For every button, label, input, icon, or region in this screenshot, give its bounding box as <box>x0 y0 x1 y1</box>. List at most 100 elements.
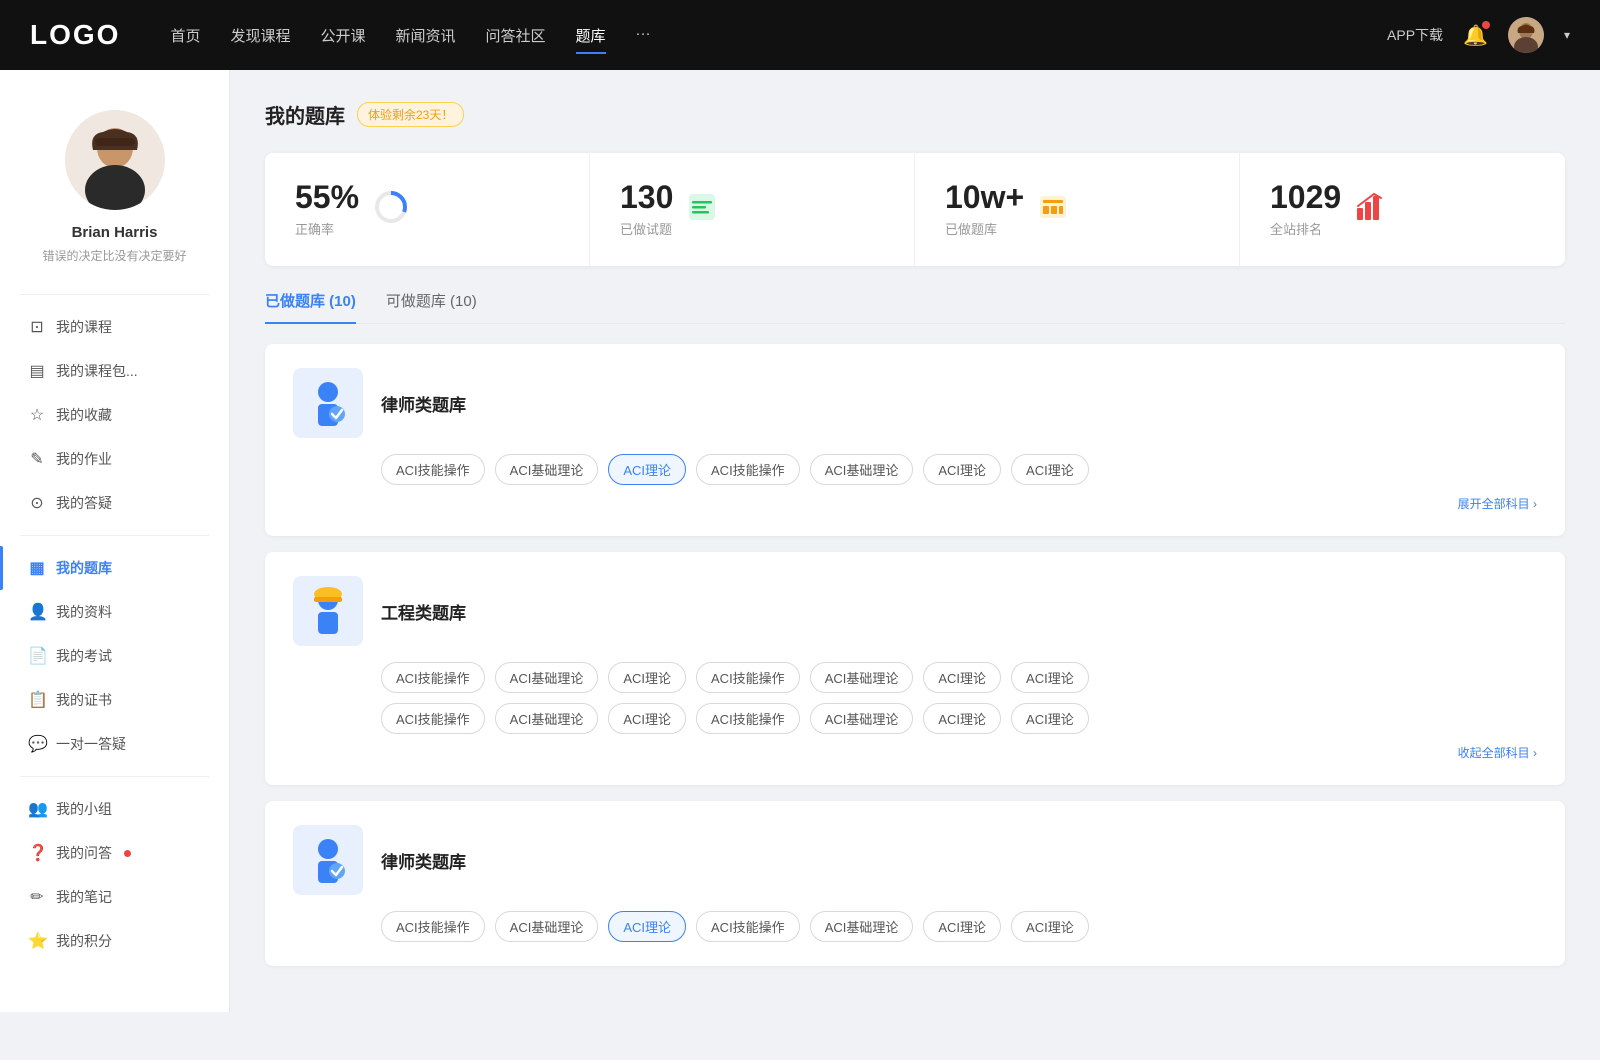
user-avatar[interactable] <box>1508 17 1544 53</box>
sidebar-divider-2 <box>20 535 209 536</box>
qbank-card-2-tags-row1: ACI技能操作 ACI基础理论 ACI理论 ACI技能操作 ACI基础理论 AC… <box>293 662 1537 693</box>
stat-done-text: 130 已做试题 <box>620 181 673 238</box>
sidebar-item-label: 我的笔记 <box>56 887 112 907</box>
sidebar-item-mycourse[interactable]: ⊡ 我的课程 <box>0 305 229 349</box>
sidebar-item-label: 我的问答 <box>56 843 112 863</box>
sidebar-item-label: 我的作业 <box>56 449 112 469</box>
qbank-card-2-title: 工程类题库 <box>381 599 466 624</box>
done-banks-icon <box>1038 192 1068 227</box>
user-dropdown-icon[interactable]: ▾ <box>1564 28 1570 42</box>
stat-accuracy-value: 55% <box>295 181 359 213</box>
stat-rank-text: 1029 全站排名 <box>1270 181 1341 238</box>
tab-done[interactable]: 已做题库 (10) <box>265 290 356 323</box>
nav-open[interactable]: 公开课 <box>320 21 365 50</box>
stat-banks-value: 10w+ <box>945 181 1024 213</box>
qbank-card-3-header: 律师类题库 <box>293 825 1537 895</box>
done-questions-icon <box>687 192 717 227</box>
qbank-card-1-icon <box>293 368 363 438</box>
app-download-button[interactable]: APP下载 <box>1387 25 1443 45</box>
sidebar-item-coursepack[interactable]: ▤ 我的课程包... <box>0 349 229 393</box>
qbank-tag[interactable]: ACI技能操作 <box>696 662 800 693</box>
sidebar-item-myquestion[interactable]: ❓ 我的问答 <box>0 831 229 875</box>
sidebar-divider-1 <box>20 294 209 295</box>
nav-more[interactable]: ··· <box>636 21 651 50</box>
qbank-card-1-expand[interactable]: 展开全部科目 › <box>293 495 1537 512</box>
qbank-tag[interactable]: ACI基础理论 <box>810 911 914 942</box>
qbank-tag[interactable]: ACI基础理论 <box>495 703 599 734</box>
sidebar-item-qbank[interactable]: ▦ 我的题库 <box>0 546 229 590</box>
qbank-tag[interactable]: ACI理论 <box>608 662 686 693</box>
1on1-icon: 💬 <box>28 734 46 754</box>
myqa-icon: ⊙ <box>28 493 46 513</box>
sidebar-item-label: 我的资料 <box>56 602 112 622</box>
notification-bell[interactable]: 🔔 <box>1463 23 1488 48</box>
stat-accuracy-text: 55% 正确率 <box>295 181 359 238</box>
avatar-svg <box>1508 17 1544 53</box>
sidebar-item-homework[interactable]: ✎ 我的作业 <box>0 437 229 481</box>
qbank-tag[interactable]: ACI理论 <box>923 454 1001 485</box>
rank-icon <box>1355 192 1385 227</box>
page-title: 我的题库 <box>265 100 345 129</box>
qbank-card-2-tags-row2: ACI技能操作 ACI基础理论 ACI理论 ACI技能操作 ACI基础理论 AC… <box>293 703 1537 734</box>
qbank-tag[interactable]: ACI理论 <box>923 703 1001 734</box>
qbank-tag[interactable]: ACI基础理论 <box>810 662 914 693</box>
favorites-icon: ☆ <box>28 405 46 425</box>
profile-section: Brian Harris 错误的决定比没有决定要好 <box>0 70 229 284</box>
sidebar-item-label: 我的课程包... <box>56 361 138 381</box>
stat-done-label: 已做试题 <box>620 219 673 238</box>
sidebar-item-mynote[interactable]: ✏ 我的笔记 <box>0 875 229 919</box>
avatar-image <box>1508 17 1544 53</box>
qbank-tag[interactable]: ACI技能操作 <box>381 911 485 942</box>
tab-available[interactable]: 可做题库 (10) <box>386 290 477 323</box>
qbank-tag[interactable]: ACI技能操作 <box>696 703 800 734</box>
sidebar-item-mygroup[interactable]: 👥 我的小组 <box>0 787 229 831</box>
qbank-tag[interactable]: ACI技能操作 <box>381 454 485 485</box>
question-notification-dot <box>124 850 131 857</box>
sidebar-item-myprofile[interactable]: 👤 我的资料 <box>0 590 229 634</box>
sidebar-item-label: 我的证书 <box>56 690 112 710</box>
qbank-tag[interactable]: ACI理论 <box>1011 662 1089 693</box>
nav-home[interactable]: 首页 <box>170 21 200 50</box>
profile-name: Brian Harris <box>72 224 158 241</box>
qbank-tag[interactable]: ACI基础理论 <box>810 454 914 485</box>
mynote-icon: ✏ <box>28 887 46 907</box>
qbank-tag[interactable]: ACI理论 <box>923 662 1001 693</box>
main-content: 我的题库 体验剩余23天！ 55% 正确率 <box>230 70 1600 1012</box>
qbank-tag[interactable]: ACI理论 <box>1011 911 1089 942</box>
qbank-tag[interactable]: ACI理论 <box>608 703 686 734</box>
qbank-tag[interactable]: ACI技能操作 <box>381 703 485 734</box>
qbank-tag[interactable]: ACI理论 <box>1011 454 1089 485</box>
nav-discover[interactable]: 发现课程 <box>230 21 290 50</box>
nav-qbank[interactable]: 题库 <box>576 21 606 50</box>
sidebar-item-label: 我的答疑 <box>56 493 112 513</box>
qbank-tag[interactable]: ACI理论 <box>1011 703 1089 734</box>
qbank-tag-active[interactable]: ACI理论 <box>608 454 686 485</box>
qbank-card-1-tags: ACI技能操作 ACI基础理论 ACI理论 ACI技能操作 ACI基础理论 AC… <box>293 454 1537 485</box>
nav-qa[interactable]: 问答社区 <box>486 21 546 50</box>
sidebar-item-1on1[interactable]: 💬 一对一答疑 <box>0 722 229 766</box>
sidebar: Brian Harris 错误的决定比没有决定要好 ⊡ 我的课程 ▤ 我的课程包… <box>0 70 230 1012</box>
myquestion-icon: ❓ <box>28 843 46 863</box>
nav-links: 首页 发现课程 公开课 新闻资讯 问答社区 题库 ··· <box>170 21 1387 50</box>
sidebar-item-myqa[interactable]: ⊙ 我的答疑 <box>0 481 229 525</box>
qbank-card-2-collapse[interactable]: 收起全部科目 › <box>293 744 1537 761</box>
qbank-tag[interactable]: ACI技能操作 <box>696 911 800 942</box>
stat-accuracy: 55% 正确率 <box>265 153 590 266</box>
sidebar-item-cert[interactable]: 📋 我的证书 <box>0 678 229 722</box>
qbank-tag[interactable]: ACI基础理论 <box>495 662 599 693</box>
sidebar-item-mypoints[interactable]: ⭐ 我的积分 <box>0 919 229 963</box>
qbank-tag-active[interactable]: ACI理论 <box>608 911 686 942</box>
engineer-icon <box>303 586 353 636</box>
page-header: 我的题库 体验剩余23天！ <box>265 100 1565 129</box>
sidebar-item-label: 我的考试 <box>56 646 112 666</box>
nav-news[interactable]: 新闻资讯 <box>396 21 456 50</box>
qbank-tag[interactable]: ACI理论 <box>923 911 1001 942</box>
qbank-tag[interactable]: ACI技能操作 <box>381 662 485 693</box>
sidebar-item-exam[interactable]: 📄 我的考试 <box>0 634 229 678</box>
qbank-tag[interactable]: ACI技能操作 <box>696 454 800 485</box>
qbank-card-2-header: 工程类题库 <box>293 576 1537 646</box>
sidebar-item-favorites[interactable]: ☆ 我的收藏 <box>0 393 229 437</box>
qbank-tag[interactable]: ACI基础理论 <box>495 911 599 942</box>
qbank-tag[interactable]: ACI基础理论 <box>495 454 599 485</box>
qbank-tag[interactable]: ACI基础理论 <box>810 703 914 734</box>
